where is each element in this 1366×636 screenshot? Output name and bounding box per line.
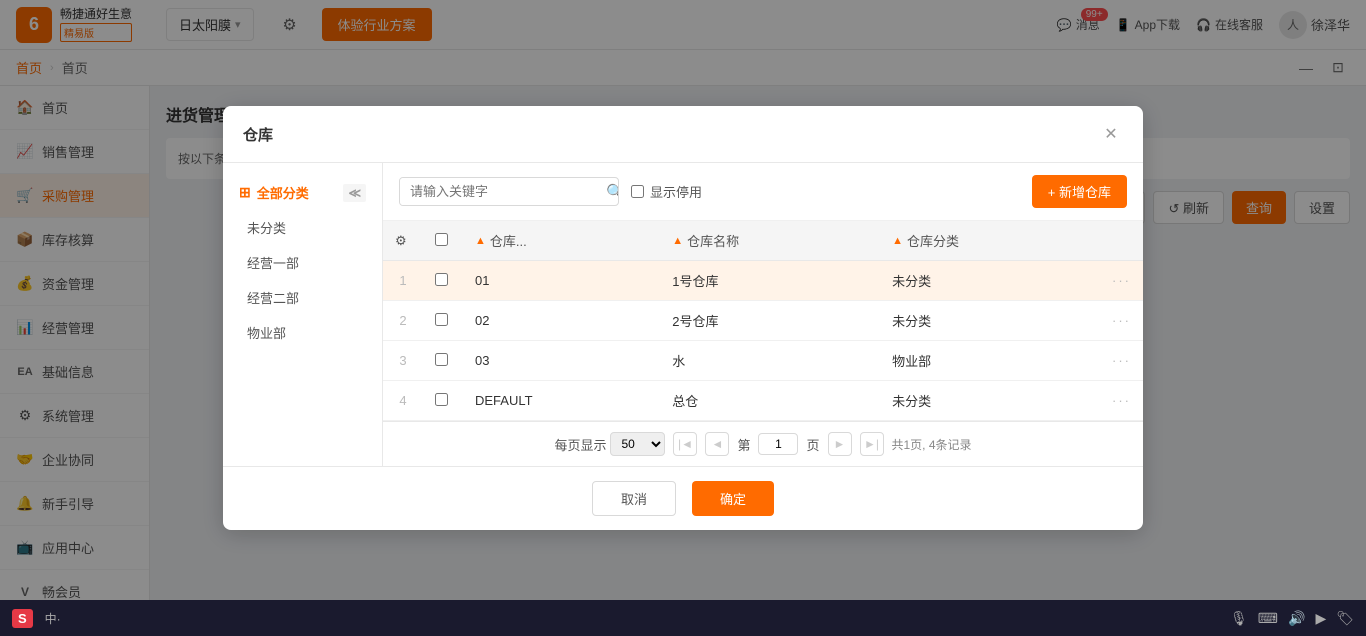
row-settings-2: 2 (383, 301, 423, 341)
table-row[interactable]: 4 DEFAULT 总仓 未分类 ··· (383, 381, 1143, 421)
row-name-3: 水 (660, 341, 880, 381)
row-check-3[interactable] (423, 341, 463, 381)
row-name-4: 总仓 (660, 381, 880, 421)
prev-page-btn[interactable]: ◄ (705, 432, 729, 456)
cancel-btn[interactable]: 取消 (592, 481, 676, 516)
show-disabled-label[interactable]: 显示停用 (631, 182, 702, 201)
row-category-2: 未分类 (880, 301, 1100, 341)
page-word: 第 (737, 435, 750, 454)
search-btn[interactable]: 🔍 (596, 183, 619, 201)
row-code-4: DEFAULT (463, 381, 660, 421)
select-all-checkbox[interactable] (435, 233, 448, 246)
modal-close-btn[interactable]: ✕ (1099, 122, 1123, 146)
mic-icon[interactable]: 🎙 (1230, 610, 1248, 627)
th-category: ▲ 仓库分类 (880, 221, 1100, 261)
row-settings-3: 3 (383, 341, 423, 381)
row-name-1: 1号仓库 (660, 261, 880, 301)
th-name-label: 仓库名称 (687, 231, 739, 250)
first-page-btn[interactable]: |◄ (673, 432, 697, 456)
page-info: 共1页, 4条记录 (892, 436, 972, 453)
row-category-4: 未分类 (880, 381, 1100, 421)
th-actions (1100, 221, 1143, 261)
sound-icon[interactable]: 🔊 (1288, 610, 1305, 627)
modal-cat-unclassified[interactable]: 未分类 (223, 210, 382, 245)
status-logo: S (12, 609, 33, 628)
modal-table-wrap: ⚙ ▲ 仓库... (383, 221, 1143, 421)
status-icons: 🎙 ⌨ 🔊 ▶ 🏷 (1230, 610, 1354, 627)
warehouse-modal: 仓库 ✕ ⊞ 全部分类 ≪ 未分类 经营一部 经营二部 物业部 🔍 (223, 106, 1143, 530)
row-code-3: 03 (463, 341, 660, 381)
tag-icon[interactable]: 🏷 (1336, 610, 1354, 627)
modal-cat-dept1[interactable]: 经营一部 (223, 245, 382, 280)
row-category-1: 未分类 (880, 261, 1100, 301)
modal-cat-property[interactable]: 物业部 (223, 315, 382, 350)
row-check-4[interactable] (423, 381, 463, 421)
sort-code-icon: ▲ (475, 235, 486, 247)
th-settings: ⚙ (383, 221, 423, 261)
confirm-btn[interactable]: 确定 (692, 481, 774, 516)
collapse-btn[interactable]: ≪ (343, 184, 366, 202)
sort-cat-icon: ▲ (892, 235, 903, 247)
show-disabled-checkbox[interactable] (631, 185, 644, 198)
add-warehouse-btn[interactable]: + 新增仓库 (1032, 175, 1127, 208)
last-page-btn[interactable]: ►| (860, 432, 884, 456)
modal-toolbar: 🔍 显示停用 + 新增仓库 (383, 163, 1143, 221)
per-page-dropdown[interactable]: 50 20 100 (610, 432, 665, 456)
show-disabled-text: 显示停用 (650, 182, 702, 201)
row-settings-1: 1 (383, 261, 423, 301)
settings-col-icon: ⚙ (395, 233, 407, 249)
keyboard-icon[interactable]: ⌨ (1258, 610, 1278, 627)
table-row[interactable]: 2 02 2号仓库 未分类 ··· (383, 301, 1143, 341)
row-action-1[interactable]: ··· (1100, 261, 1143, 301)
modal-title: 仓库 (243, 124, 273, 145)
modal-main-content: 🔍 显示停用 + 新增仓库 ⚙ (383, 163, 1143, 466)
row-code-1: 01 (463, 261, 660, 301)
row-category-3: 物业部 (880, 341, 1100, 381)
search-input[interactable] (400, 178, 596, 205)
th-code-label: 仓库... (490, 231, 527, 250)
search-input-wrap: 🔍 (399, 177, 619, 206)
modal-sidebar-title: 全部分类 (257, 183, 309, 202)
row-check-2[interactable] (423, 301, 463, 341)
modal-action-footer: 取消 确定 (223, 466, 1143, 530)
pagination-bar: 每页显示 50 20 100 |◄ ◄ 第 页 ► ►| 共1页, 4条记录 (399, 432, 1127, 456)
modal-cat-dept2[interactable]: 经营二部 (223, 280, 382, 315)
play-icon[interactable]: ▶ (1315, 610, 1326, 627)
row-action-4[interactable]: ··· (1100, 381, 1143, 421)
table-row[interactable]: 3 03 水 物业部 ··· (383, 341, 1143, 381)
modal-sidebar: ⊞ 全部分类 ≪ 未分类 经营一部 经营二部 物业部 (223, 163, 383, 466)
page-unit: 页 (806, 435, 819, 454)
next-page-btn[interactable]: ► (828, 432, 852, 456)
row-action-2[interactable]: ··· (1100, 301, 1143, 341)
status-bar: S 中· 🎙 ⌨ 🔊 ▶ 🏷 (0, 600, 1366, 636)
table-header-row: ⚙ ▲ 仓库... (383, 221, 1143, 261)
th-category-label: 仓库分类 (907, 231, 959, 250)
th-checkbox (423, 221, 463, 261)
th-name: ▲ 仓库名称 (660, 221, 880, 261)
row-settings-4: 4 (383, 381, 423, 421)
th-code: ▲ 仓库... (463, 221, 660, 261)
per-page-label: 每页显示 (554, 435, 606, 454)
modal-pagination: 每页显示 50 20 100 |◄ ◄ 第 页 ► ►| 共1页, 4条记录 (383, 421, 1143, 466)
grid-icon: ⊞ (239, 184, 251, 201)
row-name-2: 2号仓库 (660, 301, 880, 341)
status-label: 中· (45, 610, 61, 627)
modal-header: 仓库 ✕ (223, 106, 1143, 163)
row-check-1[interactable] (423, 261, 463, 301)
page-input[interactable] (758, 433, 798, 455)
row-code-2: 02 (463, 301, 660, 341)
page-size-select: 每页显示 50 20 100 (554, 432, 665, 456)
modal-body: ⊞ 全部分类 ≪ 未分类 经营一部 经营二部 物业部 🔍 显示停用 + 新增仓库 (223, 163, 1143, 466)
row-action-3[interactable]: ··· (1100, 341, 1143, 381)
table-row[interactable]: 1 01 1号仓库 未分类 ··· (383, 261, 1143, 301)
sort-name-icon: ▲ (672, 235, 683, 247)
modal-sidebar-header[interactable]: ⊞ 全部分类 ≪ (223, 175, 382, 210)
warehouse-table: ⚙ ▲ 仓库... (383, 221, 1143, 421)
